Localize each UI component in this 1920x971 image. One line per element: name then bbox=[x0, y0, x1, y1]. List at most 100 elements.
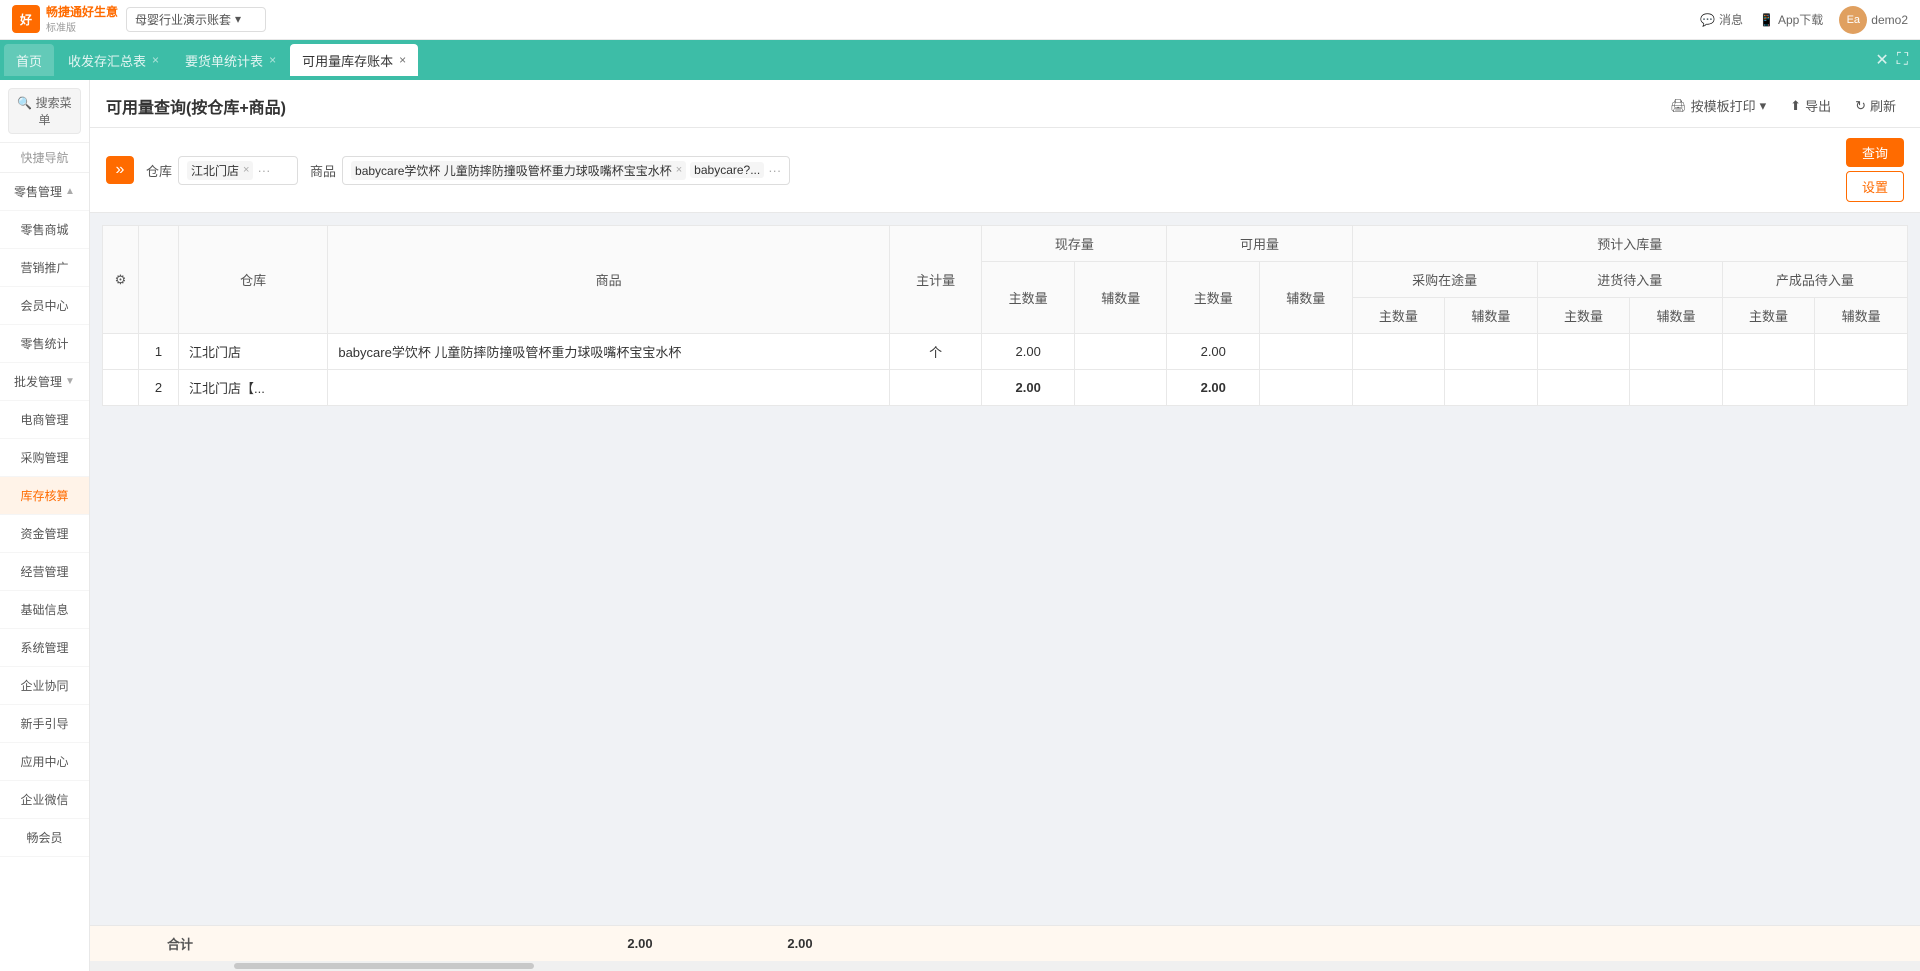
logo-text: 畅捷通好生意 bbox=[46, 5, 118, 19]
row1-unit: 个 bbox=[889, 334, 982, 370]
sidebar-item-retail-mgmt[interactable]: 零售管理 ▲ bbox=[0, 173, 89, 211]
sidebar-retail-mall-label: 零售商城 bbox=[20, 221, 68, 238]
row1-product: babycare学饮杯 儿童防摔防撞吸管杯重力球吸嘴杯宝宝水杯 bbox=[328, 334, 890, 370]
table-container: 仓库 商品 主计量 现存量 可用量 预计入库量 主数量 辅数量 主数量 辅数量 … bbox=[90, 213, 1920, 925]
message-button[interactable]: 💬 消息 bbox=[1700, 11, 1743, 28]
product-input[interactable]: babycare学饮杯 儿童防摔防撞吸管杯重力球吸嘴杯宝宝水杯 × babyca… bbox=[342, 156, 790, 185]
warehouse-filter-label: 仓库 bbox=[146, 161, 172, 180]
product-more-icon[interactable]: ··· bbox=[768, 163, 781, 178]
sidebar-retail-mgmt-label: 零售管理 bbox=[14, 183, 62, 200]
row2-inbound-aux bbox=[1630, 370, 1723, 406]
sidebar-item-basic[interactable]: 基础信息 bbox=[0, 591, 89, 629]
sidebar-item-newbie[interactable]: 新手引导 bbox=[0, 705, 89, 743]
col-inbound-aux-header: 辅数量 bbox=[1630, 298, 1723, 334]
print-arrow-icon: ▾ bbox=[1760, 98, 1767, 114]
row2-production-aux bbox=[1815, 370, 1908, 406]
search-menu-button[interactable]: 🔍 搜索菜单 bbox=[8, 88, 81, 134]
tab-order[interactable]: 要货单统计表 × bbox=[173, 44, 288, 76]
sidebar-item-finance[interactable]: 资金管理 bbox=[0, 515, 89, 553]
hscroll-bar[interactable] bbox=[90, 961, 1920, 971]
tab-fullscreen-button[interactable]: ⛶ bbox=[1897, 51, 1908, 69]
sidebar-item-member[interactable]: 会员中心 bbox=[0, 287, 89, 325]
col-inbound-group: 进货待入量 bbox=[1537, 262, 1722, 298]
sidebar-retail-mgmt-arrow: ▲ bbox=[65, 186, 75, 197]
main-layout: 🔍 搜索菜单 快捷导航 零售管理 ▲ 零售商城 营销推广 会员中心 零售统计 批… bbox=[0, 80, 1920, 971]
logo-sub: 标准版 bbox=[46, 19, 118, 34]
printer-icon: 🖨 bbox=[1670, 98, 1687, 114]
sidebar-search[interactable]: 🔍 搜索菜单 bbox=[0, 80, 89, 143]
quick-nav-label: 快捷导航 bbox=[20, 151, 68, 165]
col-production-aux-header: 辅数量 bbox=[1815, 298, 1908, 334]
refresh-button[interactable]: ↻ 刷新 bbox=[1847, 92, 1904, 119]
sidebar-basic-label: 基础信息 bbox=[20, 601, 68, 618]
app-download-button[interactable]: 📱 App下载 bbox=[1759, 11, 1823, 28]
export-button[interactable]: ⬆ 导出 bbox=[1782, 92, 1839, 119]
warehouse-tag-close[interactable]: × bbox=[243, 164, 249, 176]
row1-avail-main: 2.00 bbox=[1167, 334, 1260, 370]
sidebar-member-label: 会员中心 bbox=[20, 297, 68, 314]
sidebar-system-label: 系统管理 bbox=[20, 639, 68, 656]
row2-unit bbox=[889, 370, 982, 406]
sidebar-item-ecommerce[interactable]: 电商管理 bbox=[0, 401, 89, 439]
message-icon: 💬 bbox=[1700, 13, 1715, 27]
col-current-aux-header: 辅数量 bbox=[1074, 262, 1167, 334]
sidebar-item-retail-mall[interactable]: 零售商城 bbox=[0, 211, 89, 249]
sidebar-item-wechat[interactable]: 企业微信 bbox=[0, 781, 89, 819]
col-production-main-header: 主数量 bbox=[1722, 298, 1815, 334]
logo: 好 畅捷通好生意 标准版 bbox=[12, 5, 118, 34]
sidebar-enterprise-label: 企业协同 bbox=[20, 677, 68, 694]
sidebar-item-vip[interactable]: 畅会员 bbox=[0, 819, 89, 857]
sidebar-item-inventory[interactable]: 库存核算 bbox=[0, 477, 89, 515]
sidebar-item-marketing[interactable]: 营销推广 bbox=[0, 249, 89, 287]
product-tag-1: babycare学饮杯 儿童防摔防撞吸管杯重力球吸嘴杯宝宝水杯 × bbox=[351, 161, 686, 180]
tab-order-close[interactable]: × bbox=[269, 53, 276, 67]
tab-order-label: 要货单统计表 bbox=[185, 51, 263, 70]
user-menu-button[interactable]: Ea demo2 bbox=[1839, 6, 1908, 34]
sidebar-item-operations[interactable]: 经营管理 bbox=[0, 553, 89, 591]
sidebar-item-system[interactable]: 系统管理 bbox=[0, 629, 89, 667]
print-button[interactable]: 🖨 按模板打印 ▾ bbox=[1662, 92, 1774, 119]
tab-receive-close[interactable]: × bbox=[152, 53, 159, 67]
warehouse-more-icon[interactable]: ··· bbox=[257, 163, 270, 178]
tab-receive-label: 收发存汇总表 bbox=[68, 51, 146, 70]
col-settings-header[interactable] bbox=[103, 226, 139, 334]
industry-selector-label: 母婴行业演示账套 bbox=[135, 11, 231, 28]
row2-current-main: 2.00 bbox=[982, 370, 1075, 406]
sidebar-item-appcenter[interactable]: 应用中心 bbox=[0, 743, 89, 781]
sidebar-vip-label: 畅会员 bbox=[26, 829, 62, 846]
product-tag-1-close[interactable]: × bbox=[676, 164, 682, 176]
warehouse-input[interactable]: 江北门店 × ··· bbox=[178, 156, 298, 185]
tab-available[interactable]: 可用量库存账本 × bbox=[290, 44, 418, 76]
row1-current-main: 2.00 bbox=[982, 334, 1075, 370]
col-current-group: 现存量 bbox=[982, 226, 1167, 262]
row1-production-main bbox=[1722, 334, 1815, 370]
row1-inbound-main bbox=[1537, 334, 1630, 370]
hscroll-thumb[interactable] bbox=[234, 963, 534, 969]
sidebar-item-wholesale[interactable]: 批发管理 ▼ bbox=[0, 363, 89, 401]
sidebar-wholesale-arrow: ▼ bbox=[65, 376, 75, 387]
sidebar-quick-nav[interactable]: 快捷导航 bbox=[0, 143, 89, 173]
sidebar-newbie-label: 新手引导 bbox=[20, 715, 68, 732]
col-warehouse-header: 仓库 bbox=[179, 226, 328, 334]
col-avail-main-header: 主数量 bbox=[1167, 262, 1260, 334]
industry-selector[interactable]: 母婴行业演示账套 ▾ bbox=[126, 7, 266, 32]
tab-available-close[interactable]: × bbox=[399, 53, 406, 67]
avatar: Ea bbox=[1839, 6, 1867, 34]
filter-expand-button[interactable]: » bbox=[106, 156, 134, 184]
tab-receive[interactable]: 收发存汇总表 × bbox=[56, 44, 171, 76]
top-bar-right: 💬 消息 📱 App下载 Ea demo2 bbox=[1700, 6, 1908, 34]
row1-settings bbox=[103, 334, 139, 370]
sidebar: 🔍 搜索菜单 快捷导航 零售管理 ▲ 零售商城 营销推广 会员中心 零售统计 批… bbox=[0, 80, 90, 971]
query-button[interactable]: 查询 bbox=[1846, 138, 1904, 167]
col-purchase-main-header: 主数量 bbox=[1352, 298, 1445, 334]
row2-settings bbox=[103, 370, 139, 406]
tab-close-all-button[interactable]: ✕ bbox=[1875, 50, 1888, 70]
sidebar-item-enterprise[interactable]: 企业协同 bbox=[0, 667, 89, 705]
content-area: 可用量查询(按仓库+商品) 🖨 按模板打印 ▾ ⬆ 导出 ↻ 刷新 bbox=[90, 80, 1920, 971]
sidebar-item-purchase[interactable]: 采购管理 bbox=[0, 439, 89, 477]
print-label: 按模板打印 bbox=[1691, 96, 1756, 115]
warehouse-tag-text: 江北门店 bbox=[191, 162, 239, 179]
settings-button[interactable]: 设置 bbox=[1846, 171, 1904, 202]
sidebar-item-retail-stats[interactable]: 零售统计 bbox=[0, 325, 89, 363]
tab-home[interactable]: 首页 bbox=[4, 44, 54, 76]
